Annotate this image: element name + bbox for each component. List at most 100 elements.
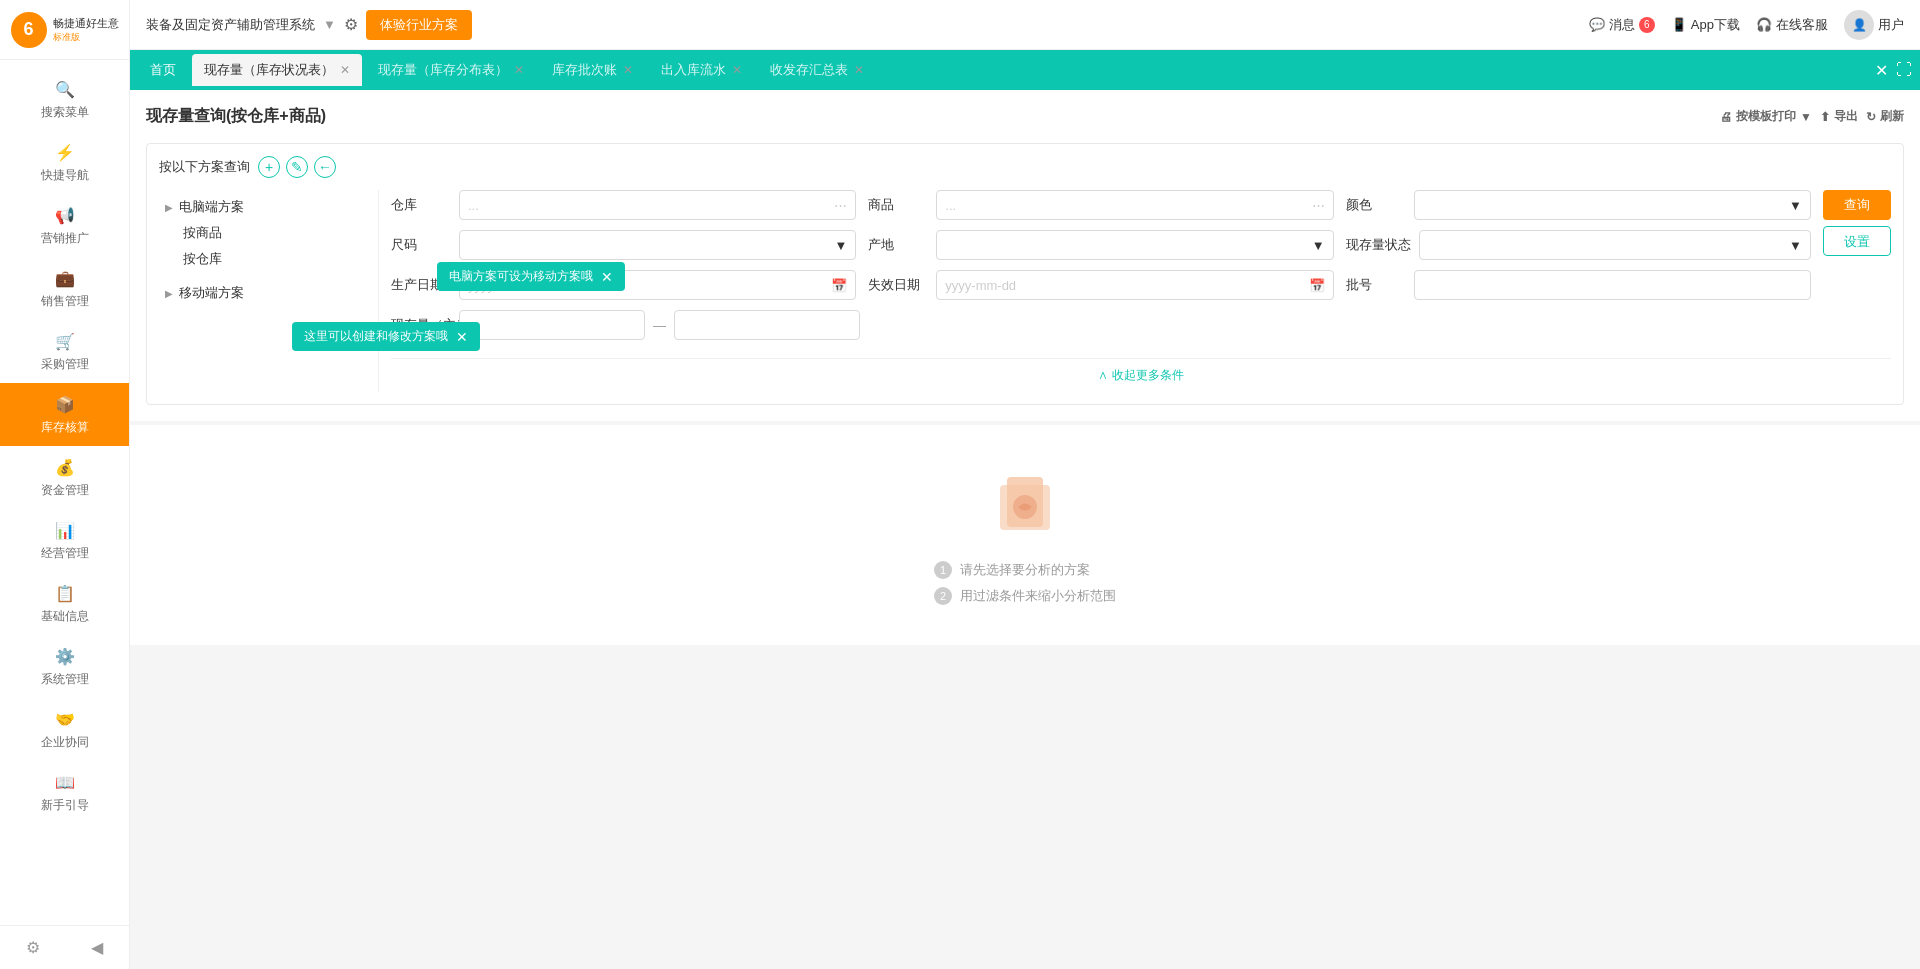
stock-max-input[interactable] (674, 310, 860, 340)
sidebar-item-quick[interactable]: ⚡ 快捷导航 (0, 131, 129, 194)
warehouse-input[interactable]: ... ⋯ (459, 190, 856, 220)
sidebar-item-search[interactable]: 🔍 搜索菜单 (0, 68, 129, 131)
tab-close-all-icon[interactable]: ✕ (1875, 61, 1888, 80)
support-icon: 🎧 (1756, 17, 1772, 32)
sidebar-item-coop[interactable]: 🤝 企业协同 (0, 698, 129, 761)
form-row-2: 尺码 ▼ 产地 (391, 230, 1811, 260)
tab-flow[interactable]: 出入库流水 ✕ (649, 54, 754, 86)
main-area: 装备及固定资产辅助管理系统 ▼ ⚙ 体验行业方案 💬 消息 6 📱 App下载 … (130, 0, 1920, 969)
tooltip1-close-btn[interactable]: ✕ (601, 269, 613, 285)
form-group-color: 颜色 ▼ (1346, 190, 1811, 220)
system-dropdown-icon[interactable]: ▼ (323, 17, 336, 32)
tab-batch[interactable]: 库存批次账 ✕ (540, 54, 645, 86)
tooltip-desktop-scheme: 电脑方案可设为移动方案哦 ✕ (437, 262, 625, 291)
color-chevron-icon: ▼ (1789, 198, 1802, 213)
color-select[interactable]: ▼ (1414, 190, 1811, 220)
sidebar-item-sales[interactable]: 💼 销售管理 (0, 257, 129, 320)
settings-bottom-icon[interactable]: ⚙ (26, 938, 40, 957)
tab-home[interactable]: 首页 (138, 54, 188, 86)
message-icon: 💬 (1589, 17, 1605, 32)
origin-select[interactable]: ▼ (936, 230, 1333, 260)
form-group-expire-date: 失效日期 yyyy-mm-dd 📅 (868, 270, 1333, 300)
collapse-sidebar-icon[interactable]: ◀ (91, 938, 103, 957)
stock-min-input[interactable] (459, 310, 645, 340)
scheme-item-by-goods[interactable]: 按商品 (159, 220, 366, 246)
avatar: 👤 (1844, 10, 1874, 40)
sidebar-item-newbie[interactable]: 📖 新手引导 (0, 761, 129, 824)
logo-area: 6 畅捷通好生意 标准版 (0, 0, 129, 60)
tab-close-batch[interactable]: ✕ (623, 63, 633, 77)
user-action[interactable]: 👤 用户 (1844, 10, 1904, 40)
inventory-range: — (459, 310, 860, 340)
collapse-bar[interactable]: ∧ 收起更多条件 (391, 358, 1891, 392)
size-label: 尺码 (391, 236, 451, 254)
expire-date-input[interactable]: yyyy-mm-dd 📅 (936, 270, 1333, 300)
sidebar-item-basic[interactable]: 📋 基础信息 (0, 572, 129, 635)
empty-state-icon (985, 465, 1065, 545)
sidebar-item-finance[interactable]: 💰 资金管理 (0, 446, 129, 509)
refresh-btn[interactable]: ↻ 刷新 (1866, 108, 1904, 125)
edit-scheme-btn[interactable]: ✎ (286, 156, 308, 178)
header-right: 💬 消息 6 📱 App下载 🎧 在线客服 👤 用户 (1589, 10, 1904, 40)
empty-step-1: 1 请先选择要分析的方案 (934, 561, 1116, 579)
batch-input[interactable] (1414, 270, 1811, 300)
app-download-action[interactable]: 📱 App下载 (1671, 16, 1740, 34)
export-btn[interactable]: ⬆ 导出 (1820, 108, 1858, 125)
message-action[interactable]: 💬 消息 6 (1589, 16, 1655, 34)
filter-header: 按以下方案查询 + ✎ ← 电脑方案可设为移动方案哦 ✕ (159, 156, 1891, 178)
tooltip2-close-btn[interactable]: ✕ (456, 329, 468, 345)
tab-close-summary[interactable]: ✕ (854, 63, 864, 77)
system-name: 装备及固定资产辅助管理系统 (146, 16, 315, 34)
scheme-group-desktop-header[interactable]: ▶ 电脑端方案 (159, 194, 366, 220)
tab-inventory-status[interactable]: 现存量（库存状况表） ✕ (192, 54, 362, 86)
warehouse-dots-icon: ⋯ (834, 198, 847, 213)
scheme-group-desktop: ▶ 电脑端方案 按商品 按仓库 (159, 194, 366, 272)
chevron-down-icon: ▼ (1800, 110, 1812, 124)
form-group-batch: 批号 (1346, 270, 1811, 300)
tab-fullscreen-icon[interactable]: ⛶ (1896, 61, 1912, 79)
header-settings-icon[interactable]: ⚙ (344, 15, 358, 34)
query-panel: 现存量查询(按仓库+商品) 🖨 按模板打印 ▼ ⬆ 导出 ↻ 刷新 (130, 90, 1920, 421)
trial-btn[interactable]: 体验行业方案 (366, 10, 472, 40)
sidebar-item-operation[interactable]: 📊 经营管理 (0, 509, 129, 572)
tab-close-inventory-dist[interactable]: ✕ (514, 63, 524, 77)
back-btn[interactable]: ← (314, 156, 336, 178)
search-button[interactable]: 查询 (1823, 190, 1891, 220)
logo-text: 畅捷通好生意 标准版 (53, 16, 119, 44)
stock-status-label: 现存量状态 (1346, 236, 1411, 254)
tab-close-flow[interactable]: ✕ (732, 63, 742, 77)
scheme-tree: ▶ 电脑端方案 按商品 按仓库 (159, 190, 366, 306)
empty-steps: 1 请先选择要分析的方案 2 用过滤条件来缩小分析范围 (934, 561, 1116, 605)
tab-bar: 首页 现存量（库存状况表） ✕ 现存量（库存分布表） ✕ 库存批次账 ✕ 出入库… (130, 50, 1920, 90)
stock-status-select[interactable]: ▼ (1419, 230, 1811, 260)
scheme-item-by-warehouse[interactable]: 按仓库 (159, 246, 366, 272)
goods-input[interactable]: ... ⋯ (936, 190, 1333, 220)
sidebar-item-system[interactable]: ⚙️ 系统管理 (0, 635, 129, 698)
tab-summary[interactable]: 收发存汇总表 ✕ (758, 54, 876, 86)
scheme-group-mobile-header[interactable]: ▶ 移动端方案 (159, 280, 366, 306)
sidebar-item-marketing[interactable]: 📢 营销推广 (0, 194, 129, 257)
coop-nav-icon: 🤝 (54, 708, 76, 730)
online-support-action[interactable]: 🎧 在线客服 (1756, 16, 1828, 34)
tab-bar-right: ✕ ⛶ (1875, 61, 1912, 80)
page-title: 现存量查询(按仓库+商品) (146, 106, 326, 127)
tab-close-inventory-status[interactable]: ✕ (340, 63, 350, 77)
form-group-warehouse: 仓库 ... ⋯ (391, 190, 856, 220)
tooltip-text-1: 电脑方案可设为移动方案哦 (449, 268, 593, 285)
tooltip-text-2: 这里可以创建和修改方案哦 (304, 328, 448, 345)
phone-icon: 📱 (1671, 17, 1687, 32)
template-print-btn[interactable]: 🖨 按模板打印 ▼ (1720, 108, 1812, 125)
step-num-1: 1 (934, 561, 952, 579)
reset-button[interactable]: 设置 (1823, 226, 1891, 256)
tab-inventory-dist[interactable]: 现存量（库存分布表） ✕ (366, 54, 536, 86)
sidebar-item-purchase[interactable]: 🛒 采购管理 (0, 320, 129, 383)
range-dash: — (653, 318, 666, 333)
add-scheme-btn[interactable]: + (258, 156, 280, 178)
stock-status-chevron-icon: ▼ (1789, 238, 1802, 253)
origin-chevron-icon: ▼ (1312, 238, 1325, 253)
sidebar-item-inventory[interactable]: 📦 库存核算 (0, 383, 129, 446)
form-row-4: 现存量（主） — (391, 310, 1811, 340)
goods-dots-icon: ⋯ (1312, 198, 1325, 213)
panel-title-row: 现存量查询(按仓库+商品) 🖨 按模板打印 ▼ ⬆ 导出 ↻ 刷新 (146, 106, 1904, 127)
size-select[interactable]: ▼ (459, 230, 856, 260)
